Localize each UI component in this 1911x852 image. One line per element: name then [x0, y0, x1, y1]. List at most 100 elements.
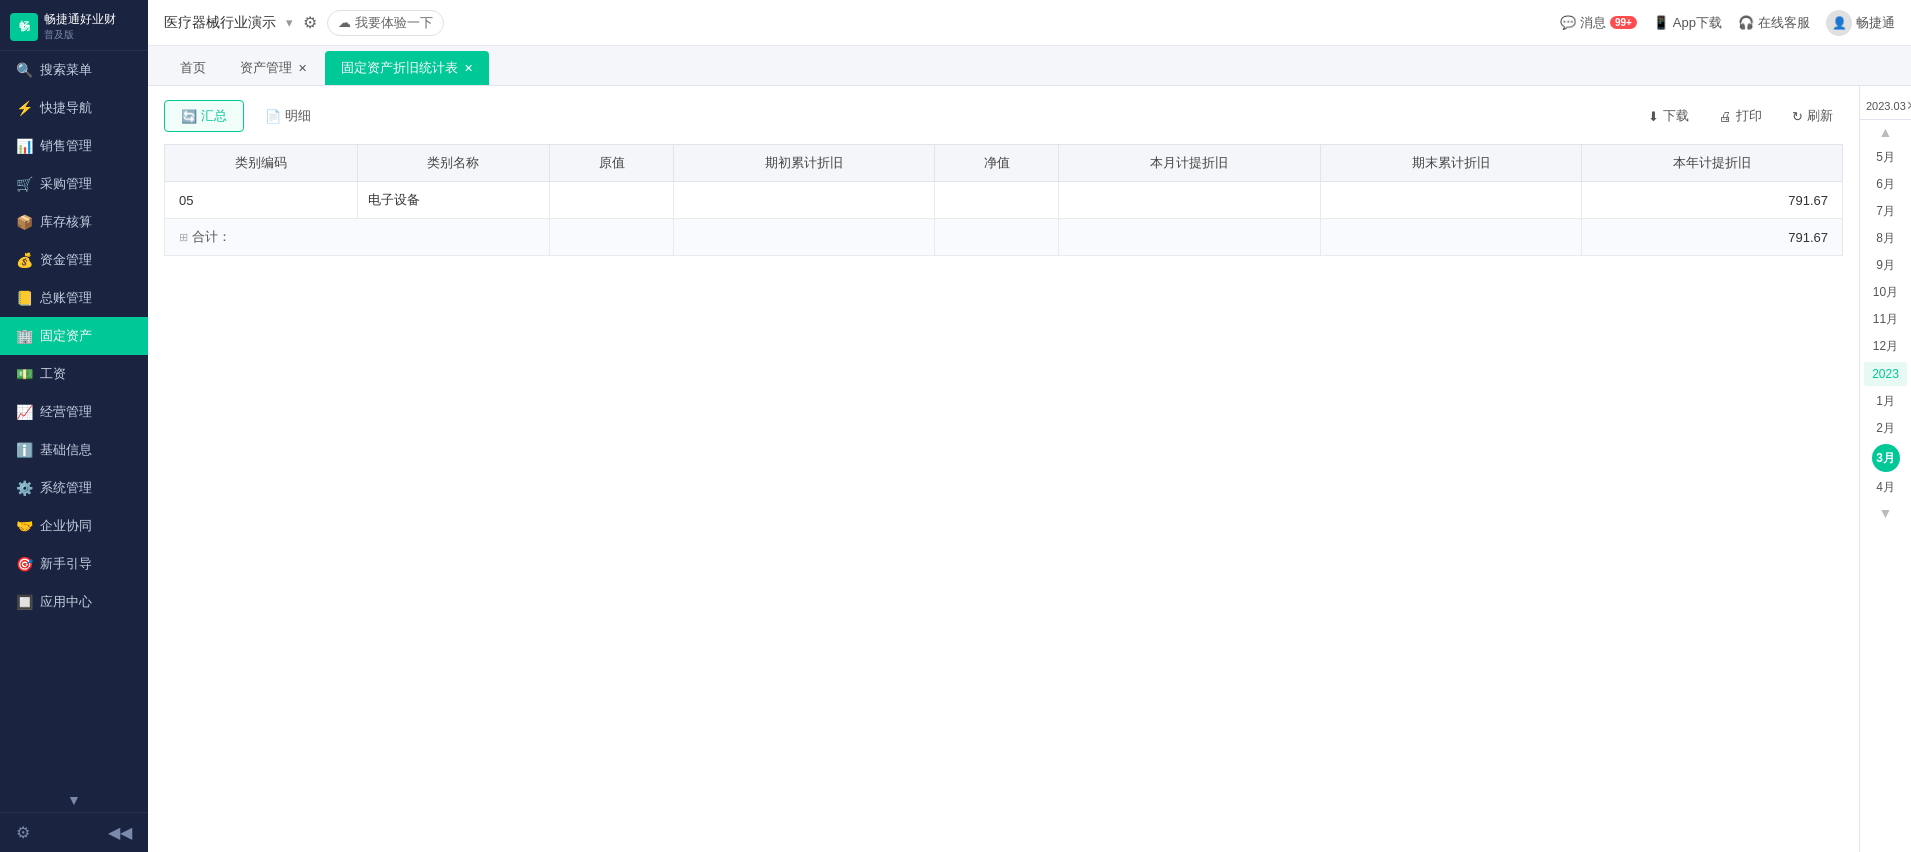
- sidebar-item-enterprise[interactable]: 🤝 企业协同: [0, 507, 148, 545]
- col-header-yearly-dep: 本年计提折旧: [1581, 145, 1842, 182]
- sub-tab-detail[interactable]: 📄 明细: [248, 100, 328, 132]
- sidebar-item-sales[interactable]: 📊 销售管理: [0, 127, 148, 165]
- sidebar-scroll-down[interactable]: ▼: [0, 788, 148, 812]
- logo-icon: 畅: [10, 13, 38, 41]
- col-header-opening-dep: 期初累计折旧: [674, 145, 935, 182]
- scroll-down-button[interactable]: ▼: [67, 792, 81, 808]
- sidebar-item-label: 系统管理: [40, 479, 92, 497]
- month-item-2[interactable]: 2月: [1860, 415, 1911, 442]
- sidebar-item-capital[interactable]: 💰 资金管理: [0, 241, 148, 279]
- sidebar: 畅 畅捷通好业财 普及版 🔍 搜索菜单 ⚡ 快捷导航 📊 销售管理 🛒 采购管理…: [0, 0, 148, 852]
- panel-scroll-up[interactable]: ▲: [1879, 120, 1893, 144]
- month-item-7[interactable]: 7月: [1860, 198, 1911, 225]
- panel-header: 2023.03 ✕ ⤢: [1860, 92, 1911, 120]
- col-header-monthly-dep: 本月计提折旧: [1059, 145, 1320, 182]
- month-item-6[interactable]: 6月: [1860, 171, 1911, 198]
- settings-icon[interactable]: ⚙: [16, 823, 30, 842]
- sidebar-item-fixed-assets[interactable]: 🏢 固定资产: [0, 317, 148, 355]
- sidebar-item-label: 新手引导: [40, 555, 92, 573]
- month-item-11[interactable]: 11月: [1860, 306, 1911, 333]
- month-item-5[interactable]: 5月: [1860, 144, 1911, 171]
- panel-close-icon[interactable]: ✕: [1906, 98, 1911, 113]
- cell-monthly-dep: [1059, 182, 1320, 219]
- col-header-code: 类别编码: [165, 145, 358, 182]
- month-item-12[interactable]: 12月: [1860, 333, 1911, 360]
- sub-tab-summary[interactable]: 🔄 汇总: [164, 100, 244, 132]
- capital-icon: 💰: [16, 252, 32, 268]
- experience-button[interactable]: ☁ 我要体验一下: [327, 10, 444, 36]
- page-content: 🔄 汇总 📄 明细 ⬇ 下载 🖨 打印: [148, 86, 1859, 852]
- col-header-original: 原值: [550, 145, 674, 182]
- sidebar-item-label: 快捷导航: [40, 99, 92, 117]
- sidebar-item-label: 固定资产: [40, 327, 92, 345]
- sidebar-item-search[interactable]: 🔍 搜索菜单: [0, 51, 148, 89]
- month-item-10[interactable]: 10月: [1860, 279, 1911, 306]
- system-icon: ⚙️: [16, 480, 32, 496]
- sidebar-item-salary[interactable]: 💵 工资: [0, 355, 148, 393]
- download-button[interactable]: ⬇ 下载: [1638, 103, 1699, 129]
- inventory-icon: 📦: [16, 214, 32, 230]
- sum-closing-dep: [1320, 219, 1581, 256]
- sidebar-item-app-center[interactable]: 🔲 应用中心: [0, 583, 148, 621]
- sidebar-item-system[interactable]: ⚙️ 系统管理: [0, 469, 148, 507]
- collapse-icon[interactable]: ◀◀: [108, 823, 132, 842]
- message-icon: 💬: [1560, 15, 1576, 30]
- user-button[interactable]: 👤 畅捷通: [1826, 10, 1895, 36]
- app-download-button[interactable]: 📱 App下载: [1653, 14, 1722, 32]
- sidebar-scroll: 🔍 搜索菜单 ⚡ 快捷导航 📊 销售管理 🛒 采购管理 📦 库存核算 💰 资金管…: [0, 51, 148, 788]
- dropdown-icon[interactable]: ▾: [286, 15, 293, 30]
- sidebar-item-label: 经营管理: [40, 403, 92, 421]
- enterprise-icon: 🤝: [16, 518, 32, 534]
- print-icon: 🖨: [1719, 109, 1732, 124]
- panel-date-label: 2023.03: [1866, 100, 1906, 112]
- tab-fixed-depreciation[interactable]: 固定资产折旧统计表 ✕: [325, 51, 489, 85]
- logo-version: 普及版: [44, 28, 116, 42]
- sidebar-item-operations[interactable]: 📈 经营管理: [0, 393, 148, 431]
- sidebar-item-quick-nav[interactable]: ⚡ 快捷导航: [0, 89, 148, 127]
- sidebar-item-label: 工资: [40, 365, 66, 383]
- sidebar-item-ledger[interactable]: 📒 总账管理: [0, 279, 148, 317]
- tab-asset-mgmt[interactable]: 资产管理 ✕: [224, 51, 323, 85]
- fixed-assets-icon: 🏢: [16, 328, 32, 344]
- cell-original-value: [550, 182, 674, 219]
- table-row: 05 电子设备 791.67: [165, 182, 1843, 219]
- cell-net-value: [935, 182, 1059, 219]
- tab-home[interactable]: 首页: [164, 51, 222, 85]
- print-button[interactable]: 🖨 打印: [1709, 103, 1772, 129]
- sidebar-item-inventory[interactable]: 📦 库存核算: [0, 203, 148, 241]
- sidebar-item-label: 采购管理: [40, 175, 92, 193]
- sidebar-item-basic-info[interactable]: ℹ️ 基础信息: [0, 431, 148, 469]
- month-item-1[interactable]: 1月: [1860, 388, 1911, 415]
- month-item-3-wrapper: 3月: [1872, 442, 1900, 474]
- topbar-left: 医疗器械行业演示 ▾ ⚙ ☁ 我要体验一下: [164, 10, 444, 36]
- cloud-icon: ☁: [338, 15, 351, 30]
- panel-scroll-down[interactable]: ▼: [1879, 501, 1893, 525]
- topbar: 医疗器械行业演示 ▾ ⚙ ☁ 我要体验一下 💬 消息 99+ 📱 App下载 🎧…: [148, 0, 1911, 46]
- download-icon: 📱: [1653, 15, 1669, 30]
- sum-net-value: [935, 219, 1059, 256]
- month-item-8[interactable]: 8月: [1860, 225, 1911, 252]
- message-badge: 99+: [1610, 16, 1637, 29]
- month-item-3[interactable]: 3月: [1872, 444, 1900, 472]
- sidebar-item-label: 总账管理: [40, 289, 92, 307]
- tab-close-asset-mgmt[interactable]: ✕: [298, 62, 307, 75]
- sidebar-item-label: 库存核算: [40, 213, 92, 231]
- summary-icon: 🔄: [181, 109, 197, 124]
- tabbar: 首页 资产管理 ✕ 固定资产折旧统计表 ✕: [148, 46, 1911, 86]
- sidebar-item-purchase[interactable]: 🛒 采购管理: [0, 165, 148, 203]
- online-service-button[interactable]: 🎧 在线客服: [1738, 14, 1810, 32]
- settings-button[interactable]: ⚙: [303, 13, 317, 32]
- avatar: 👤: [1826, 10, 1852, 36]
- tab-close-fixed-depreciation[interactable]: ✕: [464, 62, 473, 75]
- month-item-4[interactable]: 4月: [1860, 474, 1911, 501]
- sidebar-item-guide[interactable]: 🎯 新手引导: [0, 545, 148, 583]
- refresh-button[interactable]: ↻ 刷新: [1782, 103, 1843, 129]
- message-button[interactable]: 💬 消息 99+: [1560, 14, 1637, 32]
- quick-nav-icon: ⚡: [16, 100, 32, 116]
- sum-label-cell: ⊞ 合计：: [165, 219, 550, 256]
- sum-icon: ⊞: [179, 231, 188, 244]
- sidebar-item-label: 资金管理: [40, 251, 92, 269]
- year-2023-label: 2023: [1864, 362, 1907, 386]
- month-item-9[interactable]: 9月: [1860, 252, 1911, 279]
- search-icon: 🔍: [16, 62, 32, 78]
